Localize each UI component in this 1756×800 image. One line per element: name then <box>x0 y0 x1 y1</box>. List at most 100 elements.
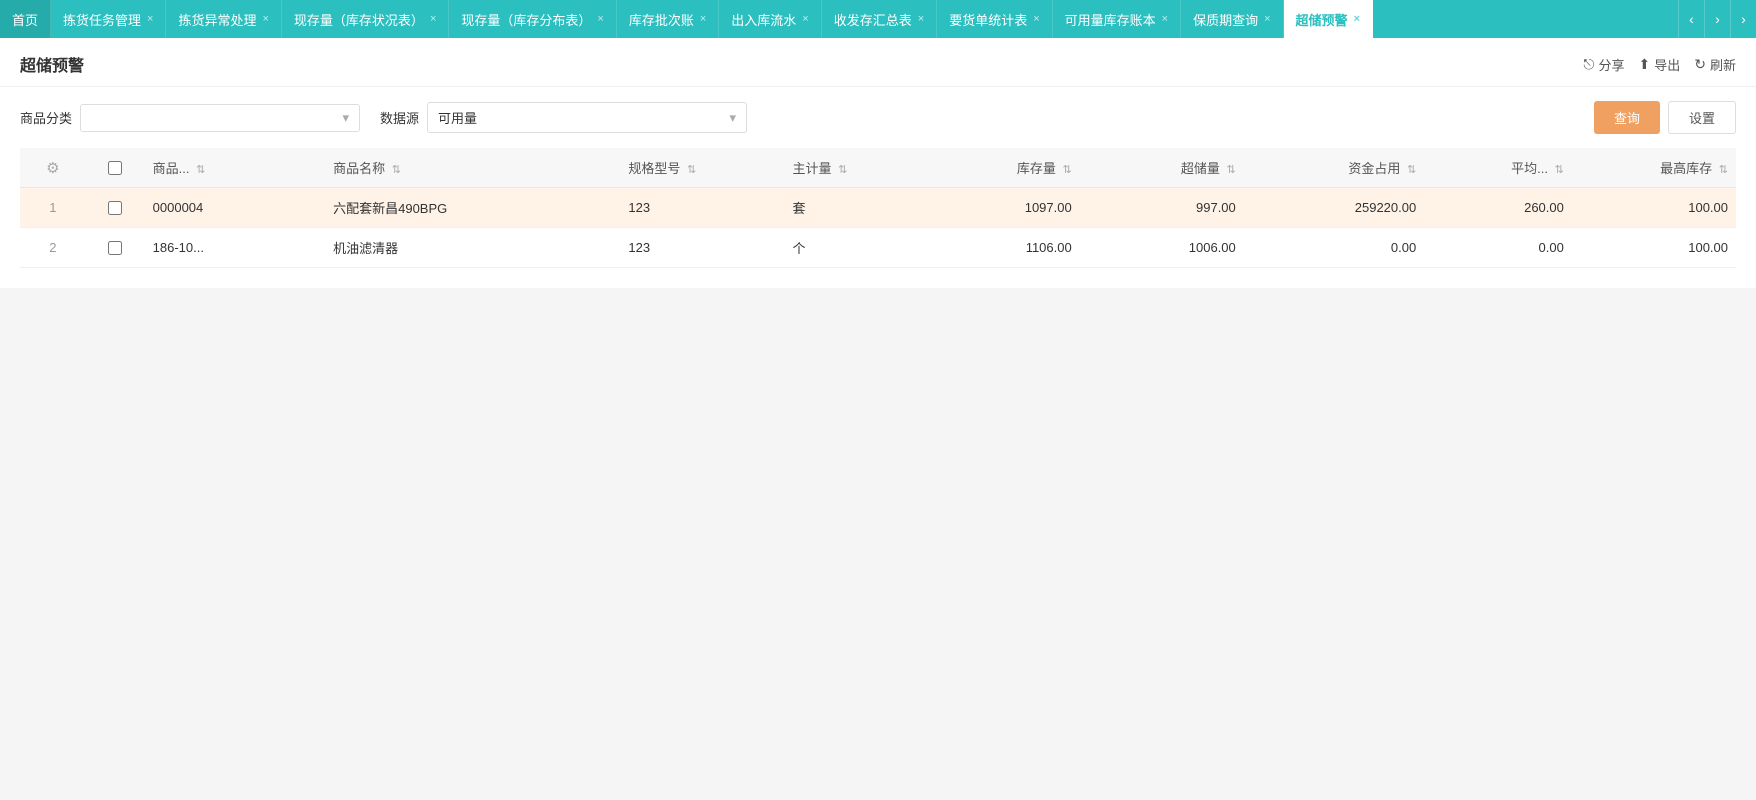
nav-arrows-container: ‹ › › <box>1678 0 1756 38</box>
nav-close-order-stat[interactable]: × <box>1033 13 1039 25</box>
col-header-product-code[interactable]: 商品... ⇅ <box>145 148 325 188</box>
share-button[interactable]: ⎋ 分享 <box>1583 55 1624 74</box>
nav-close-available-ledger[interactable]: × <box>1162 13 1168 25</box>
nav-close-batch[interactable]: × <box>700 13 706 25</box>
col-header-avg[interactable]: 平均... ⇅ <box>1424 148 1572 188</box>
nav-label-inout-flow: 出入库流水 <box>731 10 796 29</box>
nav-label-collect-send: 收发存汇总表 <box>834 10 912 29</box>
nav-close-stock-dist[interactable]: × <box>597 13 603 25</box>
settings-button[interactable]: 设置 <box>1668 101 1736 134</box>
select-all-checkbox[interactable] <box>108 161 122 175</box>
nav-item-stock-status[interactable]: 现存量（库存状况表） × <box>282 0 449 38</box>
nav-item-collect-send[interactable]: 收发存汇总表 × <box>822 0 937 38</box>
cell-index-1: 2 <box>20 228 86 268</box>
cell-capital-0: 259220.00 <box>1244 188 1424 228</box>
export-icon: ⬆ <box>1639 56 1651 73</box>
nav-item-overstock-warning[interactable]: 超储预警 × <box>1284 0 1373 38</box>
export-label: 导出 <box>1654 55 1680 74</box>
nav-item-abnormal[interactable]: 拣货异常处理 × <box>166 0 281 38</box>
nav-item-home[interactable]: 首页 <box>0 0 51 38</box>
nav-arrow-right[interactable]: › <box>1704 0 1730 38</box>
export-button[interactable]: ⬆ 导出 <box>1639 55 1681 74</box>
col-header-product-name[interactable]: 商品名称 ⇅ <box>325 148 620 188</box>
nav-arrow-left[interactable]: ‹ <box>1678 0 1704 38</box>
col-header-gear[interactable]: ⚙ <box>20 148 86 188</box>
datasource-select[interactable]: 可用量 ▾ <box>427 102 747 133</box>
cell-checkbox-0[interactable] <box>86 188 145 228</box>
nav-close-task-mgmt[interactable]: × <box>147 13 153 25</box>
col-header-max[interactable]: 最高库存 ⇅ <box>1572 148 1736 188</box>
nav-close-inout-flow[interactable]: × <box>802 13 808 25</box>
nav-close-overstock-warning[interactable]: × <box>1354 13 1360 25</box>
cell-product-name-0: 六配套新昌490BPG <box>325 188 620 228</box>
col-label-unit: 主计量 <box>792 161 831 176</box>
product-category-label: 商品分类 <box>20 108 72 127</box>
sort-icon-overstock: ⇅ <box>1227 164 1236 176</box>
gear-settings-icon[interactable]: ⚙ <box>28 159 78 177</box>
sort-icon-unit: ⇅ <box>838 164 847 176</box>
nav-arrow-more[interactable]: › <box>1730 0 1756 38</box>
col-header-checkbox[interactable] <box>86 148 145 188</box>
cell-stock-1: 1106.00 <box>916 228 1080 268</box>
share-label: 分享 <box>1598 55 1624 74</box>
nav-item-batch[interactable]: 库存批次账 × <box>617 0 719 38</box>
nav-item-stock-dist[interactable]: 现存量（库存分布表） × <box>449 0 616 38</box>
refresh-button[interactable]: ↻ 刷新 <box>1694 55 1736 74</box>
table-row: 1 0000004 六配套新昌490BPG 123 套 1097.00 997.… <box>20 188 1736 228</box>
col-label-spec: 规格型号 <box>628 161 680 176</box>
cell-avg-0: 260.00 <box>1424 188 1572 228</box>
nav-label-task-mgmt: 拣货任务管理 <box>63 10 141 29</box>
nav-label-quality-check: 保质期查询 <box>1193 10 1258 29</box>
product-category-select[interactable]: ▾ <box>80 104 360 132</box>
col-header-stock[interactable]: 库存量 ⇅ <box>916 148 1080 188</box>
col-header-spec[interactable]: 规格型号 ⇅ <box>620 148 784 188</box>
nav-close-quality-check[interactable]: × <box>1264 13 1270 25</box>
cell-stock-0: 1097.00 <box>916 188 1080 228</box>
nav-label-stock-dist: 现存量（库存分布表） <box>461 10 591 29</box>
col-label-product-name: 商品名称 <box>333 161 385 176</box>
row-checkbox-1[interactable] <box>108 241 122 255</box>
filter-actions: 查询 设置 <box>1594 101 1736 134</box>
page-header: 超储预警 ⎋ 分享 ⬆ 导出 ↻ 刷新 <box>0 38 1756 87</box>
nav-label-abnormal: 拣货异常处理 <box>178 10 256 29</box>
query-button[interactable]: 查询 <box>1594 101 1660 134</box>
nav-item-order-stat[interactable]: 要货单统计表 × <box>937 0 1052 38</box>
sort-icon-capital: ⇅ <box>1407 164 1416 176</box>
nav-item-inout-flow[interactable]: 出入库流水 × <box>719 0 821 38</box>
col-header-capital[interactable]: 资金占用 ⇅ <box>1244 148 1424 188</box>
nav-close-stock-status[interactable]: × <box>430 13 436 25</box>
datasource-value: 可用量 <box>438 108 477 127</box>
nav-label-available-ledger: 可用量库存账本 <box>1065 10 1156 29</box>
nav-close-collect-send[interactable]: × <box>918 13 924 25</box>
nav-item-quality-check[interactable]: 保质期查询 × <box>1181 0 1283 38</box>
sort-icon-avg: ⇅ <box>1555 164 1564 176</box>
col-header-unit[interactable]: 主计量 ⇅ <box>784 148 915 188</box>
row-checkbox-0[interactable] <box>108 201 122 215</box>
nav-label-home: 首页 <box>12 10 38 29</box>
table-header-row: ⚙ 商品... ⇅ 商品名称 ⇅ <box>20 148 1736 188</box>
nav-label-order-stat: 要货单统计表 <box>949 10 1027 29</box>
cell-max-1: 100.00 <box>1572 228 1736 268</box>
cell-checkbox-1[interactable] <box>86 228 145 268</box>
nav-label-overstock-warning: 超储预警 <box>1296 10 1348 29</box>
nav-item-task-mgmt[interactable]: 拣货任务管理 × <box>51 0 166 38</box>
col-label-max: 最高库存 <box>1660 161 1712 176</box>
col-label-avg: 平均... <box>1511 161 1548 176</box>
share-icon: ⎋ <box>1583 56 1594 73</box>
sort-icon-stock: ⇅ <box>1063 164 1072 176</box>
category-chevron-icon: ▾ <box>342 110 349 126</box>
sort-icon-product-name: ⇅ <box>392 164 401 176</box>
refresh-label: 刷新 <box>1710 55 1736 74</box>
cell-unit-1: 个 <box>784 228 915 268</box>
cell-spec-1: 123 <box>620 228 784 268</box>
cell-unit-0: 套 <box>784 188 915 228</box>
cell-capital-1: 0.00 <box>1244 228 1424 268</box>
page-container: 超储预警 ⎋ 分享 ⬆ 导出 ↻ 刷新 商品分类 ▾ 数据源 <box>0 38 1756 288</box>
filter-group-category: 商品分类 ▾ <box>20 104 360 132</box>
col-label-overstock: 超储量 <box>1181 161 1220 176</box>
nav-close-abnormal[interactable]: × <box>262 13 268 25</box>
col-header-overstock[interactable]: 超储量 ⇅ <box>1080 148 1244 188</box>
overstock-table: ⚙ 商品... ⇅ 商品名称 ⇅ <box>20 148 1736 268</box>
nav-item-available-ledger[interactable]: 可用量库存账本 × <box>1053 0 1181 38</box>
nav-label-stock-status: 现存量（库存状况表） <box>294 10 424 29</box>
